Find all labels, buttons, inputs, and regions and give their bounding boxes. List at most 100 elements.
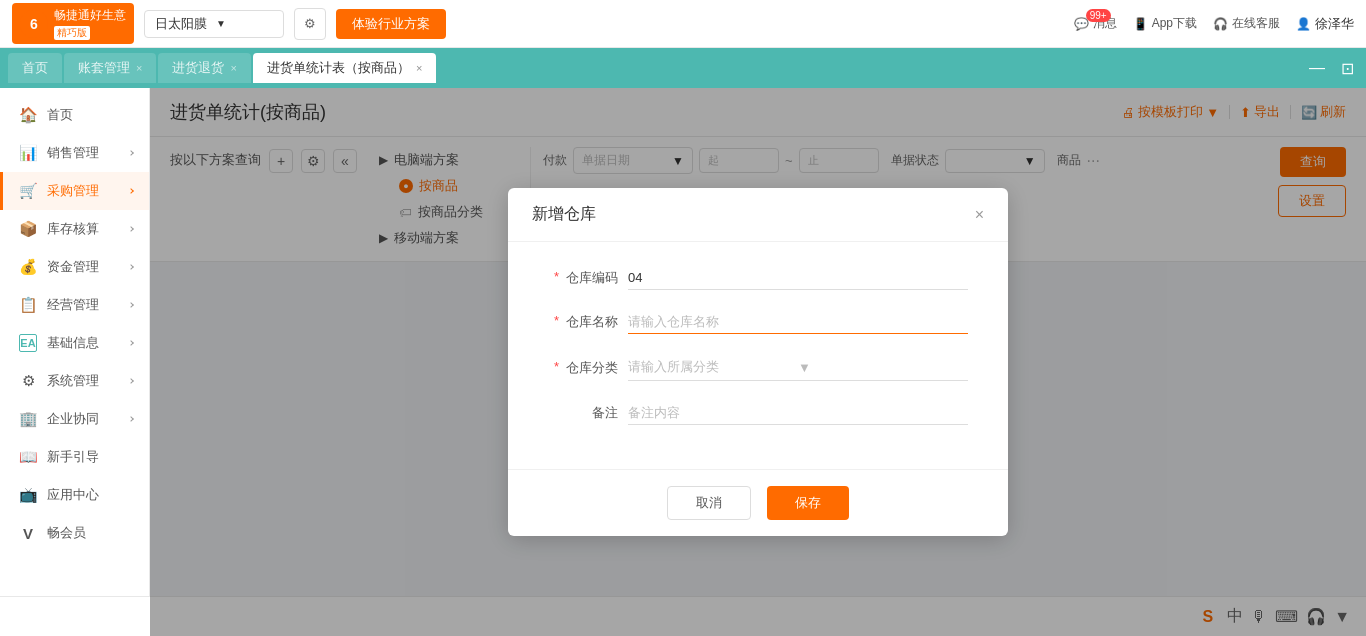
sales-arrow-icon bbox=[128, 150, 134, 156]
sidebar-item-member[interactable]: V 畅会员 bbox=[0, 514, 149, 552]
phone-icon: 📱 bbox=[1133, 17, 1148, 31]
store-name: 日太阳膜 bbox=[155, 15, 212, 33]
member-icon: V bbox=[19, 524, 37, 542]
sidebar-item-sales-label: 销售管理 bbox=[47, 144, 99, 162]
purchase-icon: 🛒 bbox=[19, 182, 37, 200]
cancel-button[interactable]: 取消 bbox=[667, 486, 751, 520]
category-select[interactable]: 请输入所属分类 ▼ bbox=[628, 354, 968, 381]
online-service-btn[interactable]: 🎧 在线客服 bbox=[1213, 15, 1280, 32]
sidebar-item-base-info-label: 基础信息 bbox=[47, 334, 99, 352]
logo-icon: 6 bbox=[20, 10, 48, 38]
message-badge: 99+ bbox=[1086, 9, 1111, 22]
form-row-note: 备注 bbox=[548, 401, 968, 425]
category-dropdown-icon: ▼ bbox=[798, 360, 968, 375]
app-download-btn[interactable]: 📱 App下载 bbox=[1133, 15, 1197, 32]
topbar: 6 畅捷通好生意 精巧版 日太阳膜 ▼ ⚙ 体验行业方案 💬 99+ 消息 📱 … bbox=[0, 0, 1366, 48]
tabbar: 首页 账套管理 × 进货退货 × 进货单统计表（按商品） × — ⊡ bbox=[0, 48, 1366, 88]
dialog-header: 新增仓库 × bbox=[508, 188, 1008, 242]
form-row-name: 仓库名称 bbox=[548, 310, 968, 334]
purchase-arrow-icon bbox=[128, 188, 134, 194]
user-area[interactable]: 👤 徐泽华 bbox=[1296, 15, 1354, 33]
code-input[interactable] bbox=[628, 266, 968, 290]
gear-button[interactable]: ⚙ bbox=[294, 8, 326, 40]
dialog-footer: 取消 保存 bbox=[508, 469, 1008, 536]
headset-icon: 🎧 bbox=[1213, 17, 1228, 31]
store-dropdown-arrow: ▼ bbox=[216, 18, 273, 29]
tab-minimize-btn[interactable]: — bbox=[1305, 55, 1329, 82]
base-info-arrow-icon bbox=[128, 340, 134, 346]
app-download-label: App下载 bbox=[1152, 15, 1197, 32]
sidebar-item-inventory[interactable]: 📦 库存核算 bbox=[0, 210, 149, 248]
operations-arrow-icon bbox=[128, 302, 134, 308]
apps-icon: 📺 bbox=[19, 486, 37, 504]
sidebar-item-home-label: 首页 bbox=[47, 106, 73, 124]
sales-icon: 📊 bbox=[19, 144, 37, 162]
dialog-body: 仓库编码 仓库名称 仓库分类 请输入所属分类 ▼ bbox=[508, 242, 1008, 469]
content-area: 进货单统计(按商品) 🖨 按模板打印 ▼ ⬆ 导出 🔄 刷新 bbox=[150, 88, 1366, 636]
base-info-icon: EA bbox=[19, 334, 37, 352]
sidebar-item-finance[interactable]: 💰 资金管理 bbox=[0, 248, 149, 286]
sidebar-item-guide[interactable]: 📖 新手引导 bbox=[0, 438, 149, 476]
save-button[interactable]: 保存 bbox=[767, 486, 849, 520]
sidebar-item-operations[interactable]: 📋 经营管理 bbox=[0, 286, 149, 324]
category-label: 仓库分类 bbox=[548, 359, 628, 377]
tab-purchase-stat-close[interactable]: × bbox=[416, 62, 422, 74]
gear-icon: ⚙ bbox=[304, 16, 316, 31]
sidebar-item-inventory-label: 库存核算 bbox=[47, 220, 99, 238]
enterprise-arrow-icon bbox=[128, 416, 134, 422]
sidebar-item-purchase[interactable]: 🛒 采购管理 bbox=[0, 172, 149, 210]
sidebar-item-home[interactable]: 🏠 首页 bbox=[0, 96, 149, 134]
system-icon: ⚙ bbox=[19, 372, 37, 390]
sidebar-item-system-label: 系统管理 bbox=[47, 372, 99, 390]
system-arrow-icon bbox=[128, 378, 134, 384]
tab-purchase-return[interactable]: 进货退货 × bbox=[158, 53, 250, 83]
user-name: 徐泽华 bbox=[1315, 15, 1354, 33]
sidebar-item-member-label: 畅会员 bbox=[47, 524, 86, 542]
tab-account-close[interactable]: × bbox=[136, 62, 142, 74]
logo[interactable]: 6 畅捷通好生意 精巧版 bbox=[12, 3, 134, 44]
category-placeholder: 请输入所属分类 bbox=[628, 358, 798, 376]
home-icon: 🏠 bbox=[19, 106, 37, 124]
note-input[interactable] bbox=[628, 401, 968, 425]
sidebar: 🏠 首页 📊 销售管理 🛒 采购管理 📦 库存核算 💰 资金管理 📋 经营管理 bbox=[0, 88, 150, 636]
modal-overlay[interactable]: 新增仓库 × 仓库编码 仓库名称 bbox=[150, 88, 1366, 636]
sidebar-item-enterprise[interactable]: 🏢 企业协同 bbox=[0, 400, 149, 438]
sidebar-item-base-info[interactable]: EA 基础信息 bbox=[0, 324, 149, 362]
tab-home-label: 首页 bbox=[22, 59, 48, 77]
tab-purchase-stat[interactable]: 进货单统计表（按商品） × bbox=[253, 53, 436, 83]
enterprise-icon: 🏢 bbox=[19, 410, 37, 428]
guide-icon: 📖 bbox=[19, 448, 37, 466]
code-label: 仓库编码 bbox=[548, 269, 628, 287]
tab-home[interactable]: 首页 bbox=[8, 53, 62, 83]
tab-account[interactable]: 账套管理 × bbox=[64, 53, 156, 83]
sidebar-item-guide-label: 新手引导 bbox=[47, 448, 99, 466]
form-row-code: 仓库编码 bbox=[548, 266, 968, 290]
dialog-title: 新增仓库 bbox=[532, 204, 596, 225]
finance-arrow-icon bbox=[128, 264, 134, 270]
tab-account-label: 账套管理 bbox=[78, 59, 130, 77]
online-service-label: 在线客服 bbox=[1232, 15, 1280, 32]
logo-title: 畅捷通好生意 bbox=[54, 7, 126, 24]
sidebar-item-finance-label: 资金管理 bbox=[47, 258, 99, 276]
logo-tag: 精巧版 bbox=[54, 26, 90, 40]
form-row-category: 仓库分类 请输入所属分类 ▼ bbox=[548, 354, 968, 381]
tab-expand-btn[interactable]: ⊡ bbox=[1337, 55, 1358, 82]
sidebar-item-apps-label: 应用中心 bbox=[47, 486, 99, 504]
sidebar-item-purchase-label: 采购管理 bbox=[47, 182, 99, 200]
store-selector[interactable]: 日太阳膜 ▼ bbox=[144, 10, 284, 38]
message-btn[interactable]: 💬 99+ 消息 bbox=[1074, 15, 1117, 32]
tabbar-right: — ⊡ bbox=[1305, 55, 1358, 82]
sidebar-item-system[interactable]: ⚙ 系统管理 bbox=[0, 362, 149, 400]
note-label: 备注 bbox=[548, 404, 628, 422]
dialog-close-btn[interactable]: × bbox=[975, 206, 984, 224]
trial-button[interactable]: 体验行业方案 bbox=[336, 9, 446, 39]
dialog: 新增仓库 × 仓库编码 仓库名称 bbox=[508, 188, 1008, 536]
finance-icon: 💰 bbox=[19, 258, 37, 276]
sidebar-item-apps[interactable]: 📺 应用中心 bbox=[0, 476, 149, 514]
operations-icon: 📋 bbox=[19, 296, 37, 314]
sidebar-item-sales[interactable]: 📊 销售管理 bbox=[0, 134, 149, 172]
name-input[interactable] bbox=[628, 310, 968, 334]
tab-purchase-return-label: 进货退货 bbox=[172, 59, 224, 77]
tab-purchase-return-close[interactable]: × bbox=[230, 62, 236, 74]
logo-text-area: 畅捷通好生意 精巧版 bbox=[54, 7, 126, 40]
